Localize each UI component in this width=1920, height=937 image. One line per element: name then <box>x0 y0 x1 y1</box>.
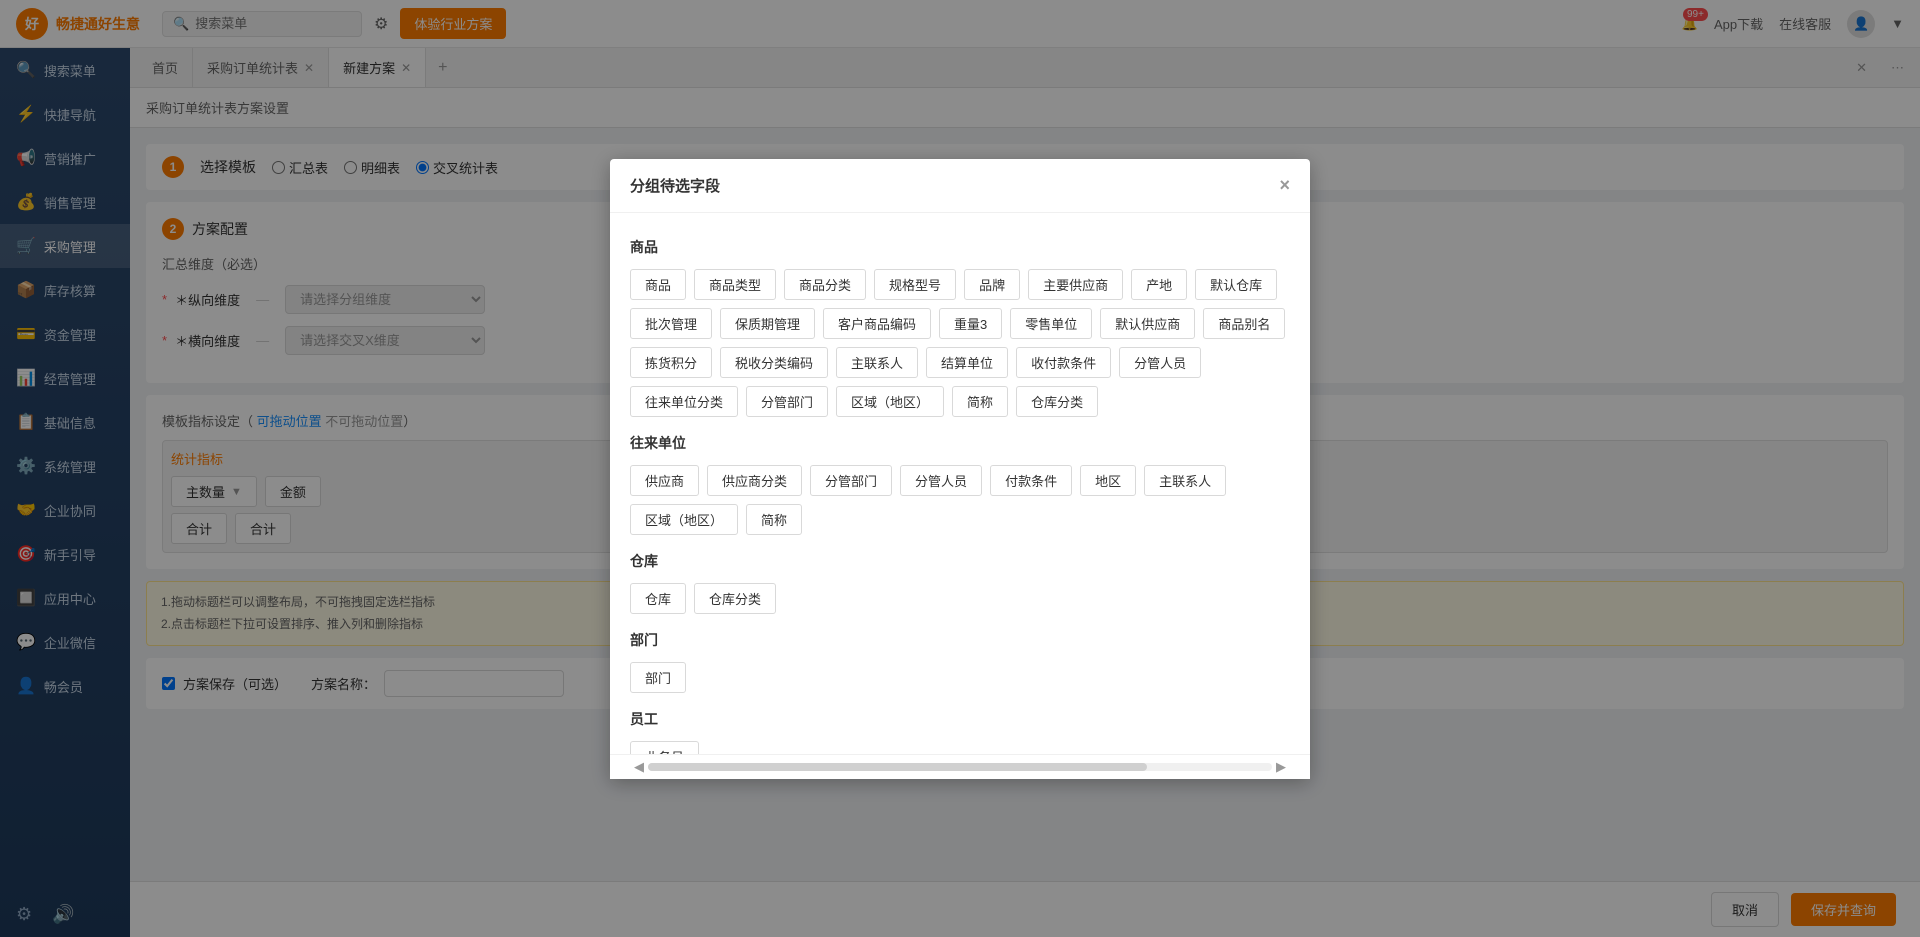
field-spec-model[interactable]: 规格型号 <box>874 269 956 300</box>
field-payment-terms[interactable]: 收付款条件 <box>1016 347 1111 378</box>
field-short-name[interactable]: 简称 <box>952 386 1008 417</box>
section-title-warehouse: 仓库 <box>630 551 1290 571</box>
field-main-contact[interactable]: 主联系人 <box>836 347 918 378</box>
field-expiry-mgmt[interactable]: 保质期管理 <box>720 308 815 339</box>
field-payment-cond[interactable]: 付款条件 <box>990 465 1072 496</box>
modal: 分组待选字段 × 商品 商品 商品类型 商品分类 规格型号 品牌 主要供应商 产… <box>610 159 1310 779</box>
section-title-employee: 员工 <box>630 709 1290 729</box>
field-batch-mgmt[interactable]: 批次管理 <box>630 308 712 339</box>
field-region2[interactable]: 区域（地区） <box>630 504 738 535</box>
field-warehouse-cat[interactable]: 仓库分类 <box>694 583 776 614</box>
field-product[interactable]: 商品 <box>630 269 686 300</box>
field-customer-code[interactable]: 客户商品编码 <box>823 308 931 339</box>
modal-header: 分组待选字段 × <box>610 159 1310 213</box>
field-product-category[interactable]: 商品分类 <box>784 269 866 300</box>
employee-fields: 业务员 <box>630 741 1290 754</box>
field-pick-score[interactable]: 拣货积分 <box>630 347 712 378</box>
field-supplier-category[interactable]: 供应商分类 <box>707 465 802 496</box>
field-manager[interactable]: 分管人员 <box>1119 347 1201 378</box>
field-main-supplier[interactable]: 主要供应商 <box>1028 269 1123 300</box>
field-wh-category[interactable]: 仓库分类 <box>1016 386 1098 417</box>
field-default-supplier[interactable]: 默认供应商 <box>1100 308 1195 339</box>
field-warehouse[interactable]: 仓库 <box>630 583 686 614</box>
field-origin[interactable]: 产地 <box>1131 269 1187 300</box>
dept-fields: 部门 <box>630 662 1290 693</box>
field-product-alias[interactable]: 商品别名 <box>1203 308 1285 339</box>
modal-body[interactable]: 商品 商品 商品类型 商品分类 规格型号 品牌 主要供应商 产地 默认仓库 批次… <box>610 213 1310 754</box>
horizontal-scrollbar[interactable] <box>648 763 1272 771</box>
field-manage-dept[interactable]: 分管部门 <box>746 386 828 417</box>
warehouse-fields: 仓库 仓库分类 <box>630 583 1290 614</box>
section-title-product: 商品 <box>630 237 1290 257</box>
product-fields: 商品 商品类型 商品分类 规格型号 品牌 主要供应商 产地 默认仓库 批次管理 … <box>630 269 1290 417</box>
field-area[interactable]: 地区 <box>1080 465 1136 496</box>
section-title-dept: 部门 <box>630 630 1290 650</box>
field-short-name2[interactable]: 简称 <box>746 504 802 535</box>
scroll-left-arrow[interactable]: ◀ <box>630 759 648 775</box>
section-title-trading: 往来单位 <box>630 433 1290 453</box>
modal-scrollbar: ◀ ▶ <box>610 754 1310 779</box>
field-weight[interactable]: 重量3 <box>939 308 1002 339</box>
field-salesperson[interactable]: 业务员 <box>630 741 699 754</box>
field-tax-code[interactable]: 税收分类编码 <box>720 347 828 378</box>
field-region[interactable]: 区域（地区） <box>836 386 944 417</box>
modal-close-button[interactable]: × <box>1279 175 1290 196</box>
field-retail-unit[interactable]: 零售单位 <box>1010 308 1092 339</box>
field-dept-mgr[interactable]: 分管人员 <box>900 465 982 496</box>
field-main-contact2[interactable]: 主联系人 <box>1144 465 1226 496</box>
field-default-warehouse[interactable]: 默认仓库 <box>1195 269 1277 300</box>
modal-title: 分组待选字段 <box>630 175 720 196</box>
field-dept[interactable]: 分管部门 <box>810 465 892 496</box>
field-supplier[interactable]: 供应商 <box>630 465 699 496</box>
field-trading-category[interactable]: 往来单位分类 <box>630 386 738 417</box>
field-department[interactable]: 部门 <box>630 662 686 693</box>
scrollbar-thumb <box>648 763 1147 771</box>
field-brand[interactable]: 品牌 <box>964 269 1020 300</box>
scroll-right-arrow[interactable]: ▶ <box>1272 759 1290 775</box>
trading-fields: 供应商 供应商分类 分管部门 分管人员 付款条件 地区 主联系人 区域（地区） … <box>630 465 1290 535</box>
field-settle-unit[interactable]: 结算单位 <box>926 347 1008 378</box>
field-product-type[interactable]: 商品类型 <box>694 269 776 300</box>
